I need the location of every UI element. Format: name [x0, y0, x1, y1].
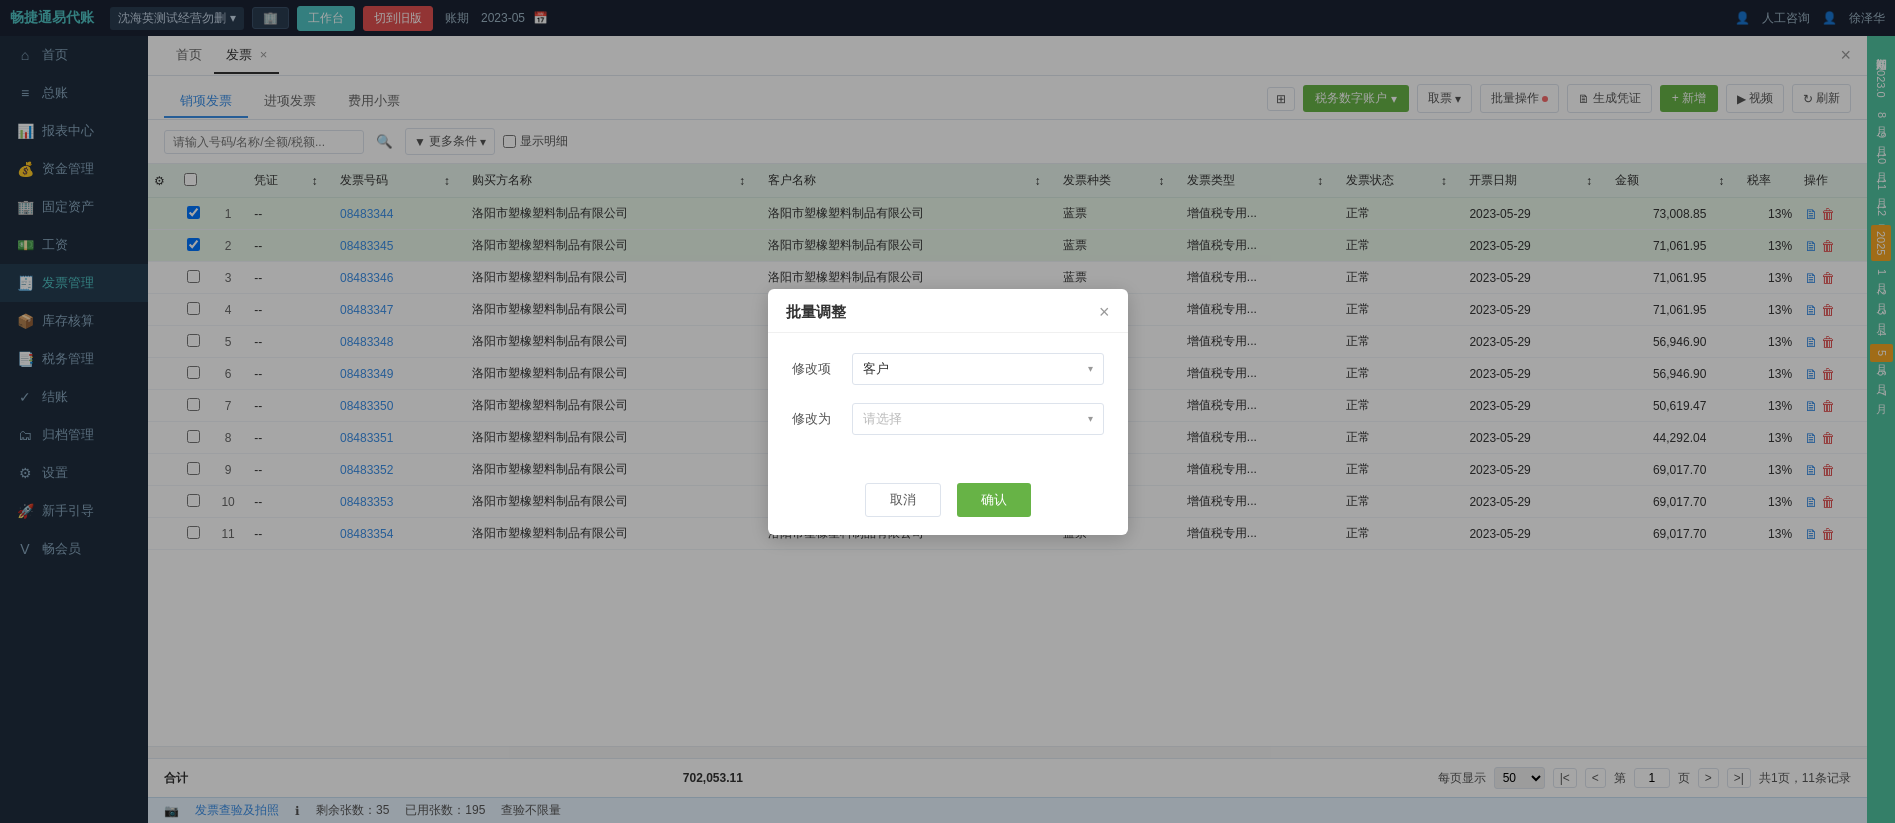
modal-title: 批量调整	[786, 303, 846, 322]
value-chevron-icon: ▾	[1088, 413, 1093, 424]
modal-overlay: 批量调整 × 修改项 客户 ▾ 修改为 请选择 ▾ 取消 确认	[0, 0, 1895, 823]
modal-header: 批量调整 ×	[768, 289, 1128, 333]
value-label: 修改为	[792, 410, 852, 428]
field-row: 修改项 客户 ▾	[792, 353, 1104, 385]
modal-body: 修改项 客户 ▾ 修改为 请选择 ▾	[768, 333, 1128, 473]
modal-footer: 取消 确认	[768, 473, 1128, 535]
modal-close-btn[interactable]: ×	[1099, 303, 1110, 321]
field-select[interactable]: 客户 ▾	[852, 353, 1104, 385]
field-value: 客户	[863, 360, 889, 378]
field-label: 修改项	[792, 360, 852, 378]
field-chevron-icon: ▾	[1088, 363, 1093, 374]
batch-adjust-modal: 批量调整 × 修改项 客户 ▾ 修改为 请选择 ▾ 取消 确认	[768, 289, 1128, 535]
value-select[interactable]: 请选择 ▾	[852, 403, 1104, 435]
confirm-btn[interactable]: 确认	[957, 483, 1031, 517]
cancel-btn[interactable]: 取消	[865, 483, 941, 517]
value-placeholder: 请选择	[863, 410, 902, 428]
value-row: 修改为 请选择 ▾	[792, 403, 1104, 435]
